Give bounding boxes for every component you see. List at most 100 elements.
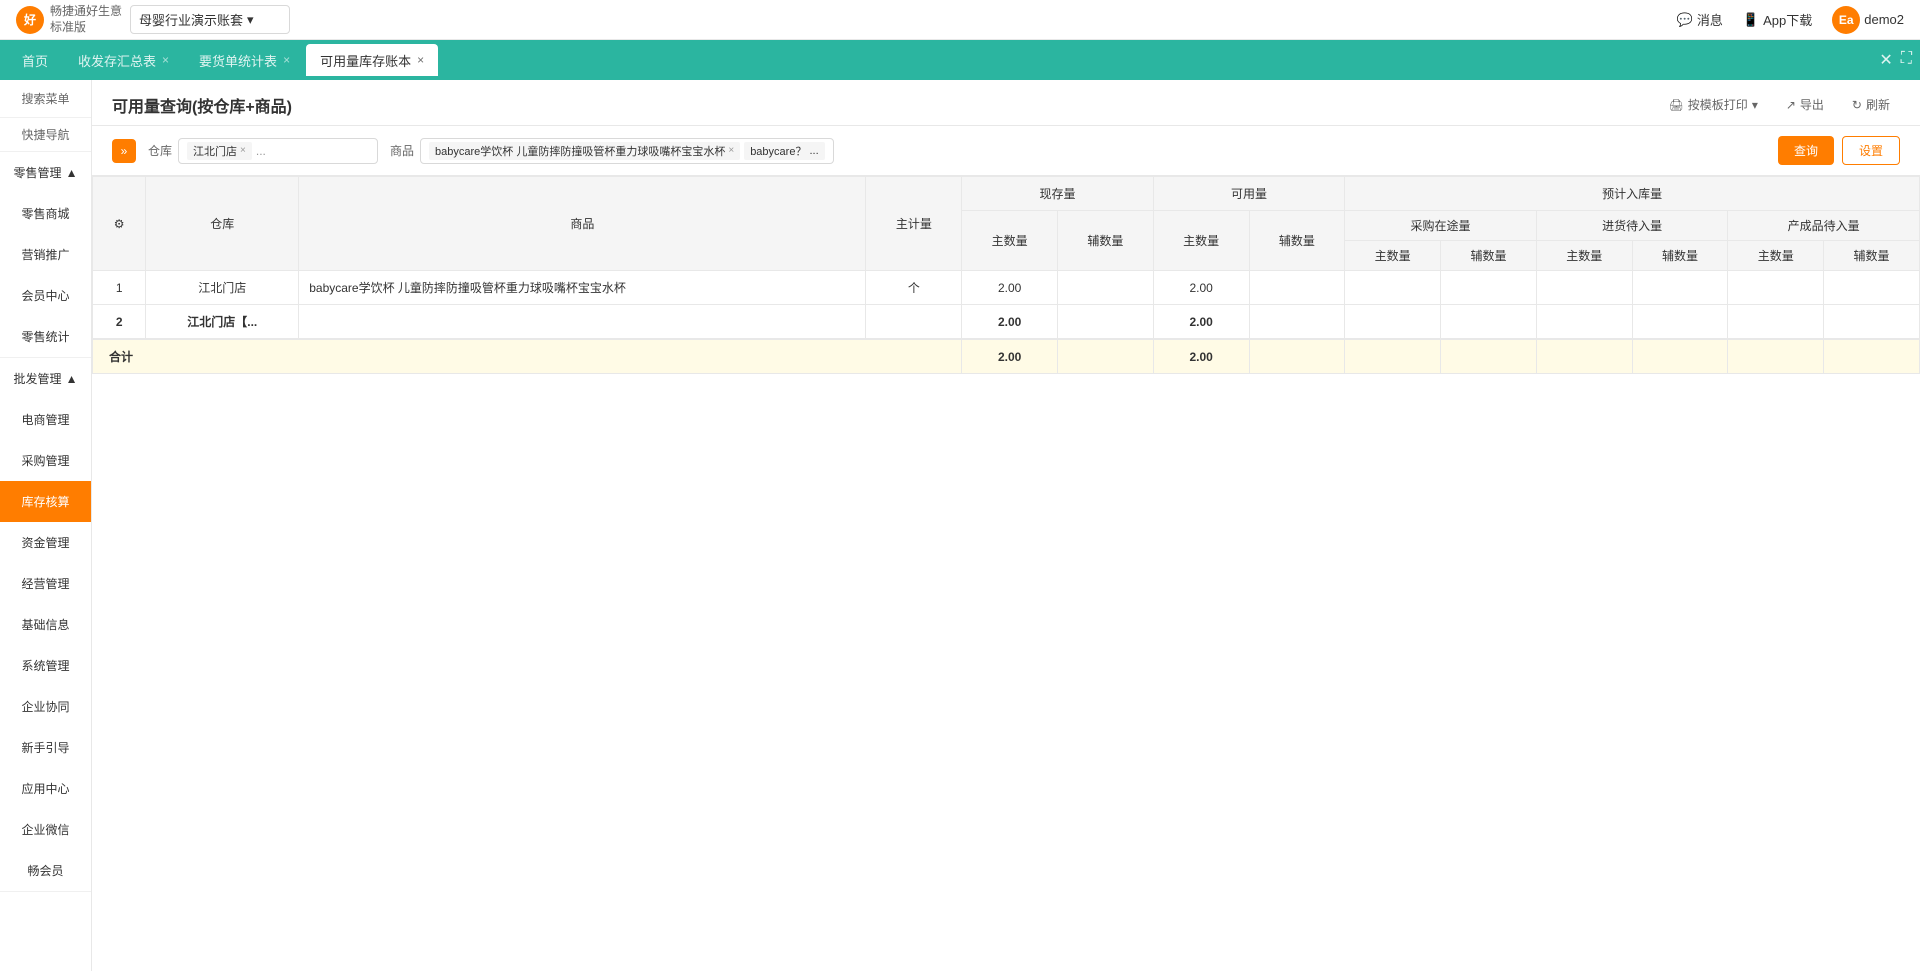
row2-no: 2	[93, 305, 146, 340]
sidebar-item-inventory[interactable]: 库存核算	[0, 481, 91, 522]
row2-arr-aux	[1632, 305, 1728, 340]
page-actions: 🖨 按模板打印 ▾ ↗ 导出 ↻ 刷新	[1659, 92, 1900, 117]
product-label: 商品	[390, 142, 414, 159]
row2-product	[299, 305, 866, 340]
tab-purchase-stat[interactable]: 要货单统计表 ×	[185, 44, 304, 76]
query-button[interactable]: 查询	[1778, 136, 1834, 165]
row1-arr-aux	[1632, 271, 1728, 305]
tab-home[interactable]: 首页	[8, 44, 62, 76]
product-tag-2: babycare？ ...	[744, 142, 824, 160]
sidebar-search[interactable]: 搜索菜单	[0, 80, 91, 118]
row2-arr-main	[1536, 305, 1632, 340]
row2-prod-main	[1728, 305, 1824, 340]
col-current-aux-header: 辅数量	[1058, 211, 1154, 271]
warehouse-label: 仓库	[148, 142, 172, 159]
total-row: 合计 2.00 2.00	[93, 339, 1920, 374]
total-pur-main	[1345, 339, 1441, 374]
table-header-row-1: ⚙ 仓库 商品 主计量 现存量 可用量 预计入库量	[93, 177, 1920, 211]
sidebar-item-app-center[interactable]: 应用中心	[0, 768, 91, 809]
row2-prod-aux	[1824, 305, 1920, 340]
user-menu[interactable]: Ea demo2	[1832, 6, 1904, 34]
warehouse-tag-close[interactable]: ×	[240, 145, 246, 156]
row2-current-main: 2.00	[962, 305, 1058, 340]
tab-bar: 首页 收发存汇总表 × 要货单统计表 × 可用量库存账本 × ✕ ⛶	[0, 40, 1920, 80]
sidebar-item-finance[interactable]: 资金管理	[0, 522, 91, 563]
page-header: 可用量查询(按仓库+商品) 🖨 按模板打印 ▾ ↗ 导出 ↻ 刷新	[92, 80, 1920, 126]
sidebar-item-wholesale-mgmt[interactable]: 批发管理 ▲	[0, 358, 91, 399]
col-warehouse-header: 仓库	[146, 177, 299, 271]
tab-receive-summary[interactable]: 收发存汇总表 ×	[64, 44, 183, 76]
col-planned-header: 预计入库量	[1345, 177, 1920, 211]
data-table: ⚙ 仓库 商品 主计量 现存量 可用量 预计入库量 主数量 辅数量	[92, 176, 1920, 374]
top-bar-left: 好 畅捷通好生意 标准版 母婴行业演示账套 ▾	[16, 4, 290, 35]
product-tag1-close[interactable]: ×	[728, 145, 734, 156]
close-tab-button[interactable]: ✕	[1879, 50, 1892, 70]
sidebar-item-member[interactable]: 会员中心	[0, 275, 91, 316]
sidebar-item-new-guide[interactable]: 新手引导	[0, 727, 91, 768]
row1-product: babycare学饮杯 儿童防摔防撞吸管杯重力球吸嘴杯宝宝水杯	[299, 271, 866, 305]
tab-close-icon[interactable]: ×	[283, 53, 290, 67]
print-icon: 🖨	[1669, 98, 1684, 112]
warehouse-filter-field: 仓库 江北门店 × ...	[148, 138, 378, 164]
col-purchase-header: 采购在途量	[1345, 211, 1537, 241]
total-prod-aux	[1824, 339, 1920, 374]
col-pur-aux-header: 辅数量	[1441, 241, 1537, 271]
col-arrival-header: 进货待入量	[1536, 211, 1728, 241]
col-pur-main-header: 主数量	[1345, 241, 1441, 271]
print-button[interactable]: 🖨 按模板打印 ▾	[1659, 92, 1768, 117]
message-button[interactable]: 💬 消息	[1677, 10, 1723, 29]
filter-expand-button[interactable]: »	[112, 139, 136, 163]
col-arr-aux-header: 辅数量	[1632, 241, 1728, 271]
export-button[interactable]: ↗ 导出	[1776, 92, 1834, 117]
sidebar-item-marketing[interactable]: 营销推广	[0, 234, 91, 275]
sidebar-item-enterprise[interactable]: 企业协同	[0, 686, 91, 727]
tab-available-inventory[interactable]: 可用量库存账本 ×	[306, 44, 438, 76]
sidebar-section-retail: 零售管理 ▲ 零售商城 营销推广 会员中心 零售统计	[0, 152, 91, 358]
main-layout: 搜索菜单 快捷导航 零售管理 ▲ 零售商城 营销推广 会员中心 零售统计	[0, 80, 1920, 971]
export-icon: ↗	[1786, 98, 1796, 112]
sidebar-item-member-app[interactable]: 畅会员	[0, 850, 91, 891]
sidebar-item-purchase[interactable]: 采购管理	[0, 440, 91, 481]
col-settings-header[interactable]: ⚙	[93, 177, 146, 271]
row1-avail-aux	[1249, 271, 1345, 305]
sidebar-item-operations[interactable]: 经营管理	[0, 563, 91, 604]
chevron-icon: ▲	[66, 166, 78, 180]
product-filter-field: 商品 babycare学饮杯 儿童防摔防撞吸管杯重力球吸嘴杯宝宝水杯 × bab…	[390, 138, 834, 164]
refresh-button[interactable]: ↻ 刷新	[1842, 92, 1900, 117]
warehouse-input[interactable]: 江北门店 × ...	[178, 138, 378, 164]
total-avail-aux	[1249, 339, 1345, 374]
row1-current-main: 2.00	[962, 271, 1058, 305]
sidebar-item-ecommerce[interactable]: 电商管理	[0, 399, 91, 440]
sidebar-item-system[interactable]: 系统管理	[0, 645, 91, 686]
sidebar-item-retail-stat[interactable]: 零售统计	[0, 316, 91, 357]
col-product-header: 商品	[299, 177, 866, 271]
sidebar-quick-nav[interactable]: 快捷导航	[0, 118, 91, 152]
col-production-header: 产成品待入量	[1728, 211, 1920, 241]
sidebar-item-retail-mall[interactable]: 零售商城	[0, 193, 91, 234]
product-input[interactable]: babycare学饮杯 儿童防摔防撞吸管杯重力球吸嘴杯宝宝水杯 × babyca…	[420, 138, 834, 164]
tab-close-icon[interactable]: ×	[162, 53, 169, 67]
tab-close-icon[interactable]: ×	[417, 53, 424, 67]
sidebar-item-retail-mgmt[interactable]: 零售管理 ▲	[0, 152, 91, 193]
account-dropdown[interactable]: 母婴行业演示账套 ▾	[130, 5, 290, 34]
col-current-header: 现存量	[962, 177, 1154, 211]
row2-pur-main	[1345, 305, 1441, 340]
sidebar-item-basic-info[interactable]: 基础信息	[0, 604, 91, 645]
warehouse-more-icon[interactable]: ...	[256, 144, 266, 158]
row2-avail-main: 2.00	[1153, 305, 1249, 340]
filter-right-buttons: 查询 设置	[1778, 136, 1900, 165]
logo-area: 好 畅捷通好生意 标准版	[16, 4, 122, 35]
refresh-icon: ↻	[1852, 98, 1862, 112]
app-download-button[interactable]: 📱 App下载	[1743, 10, 1812, 29]
sidebar: 搜索菜单 快捷导航 零售管理 ▲ 零售商城 营销推广 会员中心 零售统计	[0, 80, 92, 971]
col-prod-aux-header: 辅数量	[1824, 241, 1920, 271]
settings-button[interactable]: 设置	[1842, 136, 1900, 165]
row2-current-aux	[1058, 305, 1154, 340]
fullscreen-button[interactable]: ⛶	[1901, 50, 1912, 70]
sidebar-item-wechat-work[interactable]: 企业微信	[0, 809, 91, 850]
sidebar-section-wholesale: 批发管理 ▲ 电商管理 采购管理 库存核算 资金管理 经营管理 基础信息 系	[0, 358, 91, 892]
row1-pur-main	[1345, 271, 1441, 305]
row1-warehouse: 江北门店	[146, 271, 299, 305]
row2-pur-aux	[1441, 305, 1537, 340]
row1-pur-aux	[1441, 271, 1537, 305]
